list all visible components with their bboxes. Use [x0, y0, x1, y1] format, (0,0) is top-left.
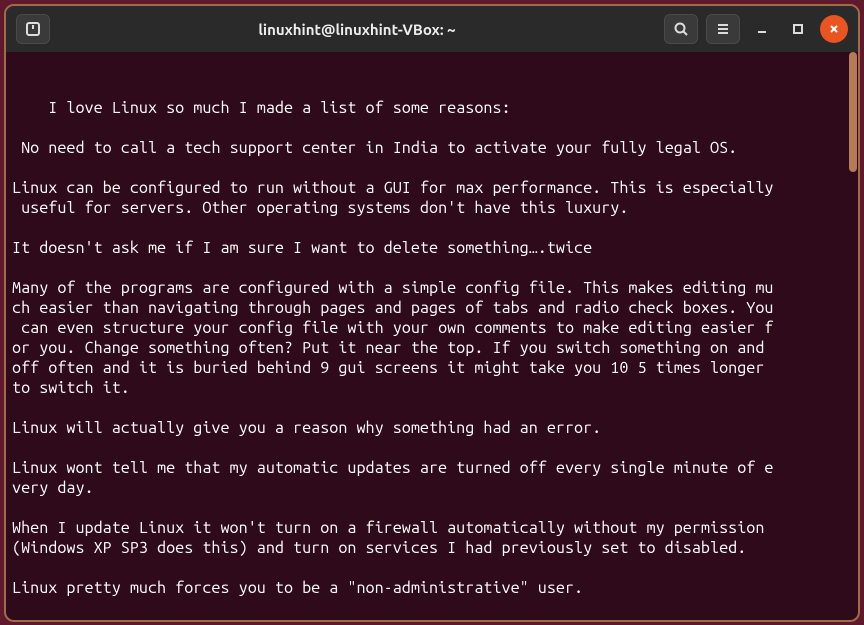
titlebar: linuxhint@linuxhint-VBox: ~: [6, 6, 858, 52]
close-button[interactable]: [820, 15, 848, 43]
new-tab-button[interactable]: [16, 14, 50, 44]
menu-button[interactable]: [706, 14, 740, 44]
search-button[interactable]: [664, 14, 698, 44]
maximize-button[interactable]: [784, 15, 812, 43]
scrollbar-thumb[interactable]: [849, 52, 857, 172]
minimize-button[interactable]: [748, 15, 776, 43]
terminal-window: linuxhint@linuxhint-VBox: ~: [4, 4, 860, 622]
terminal-text: I love Linux so much I made a list of so…: [12, 99, 773, 597]
window-title: linuxhint@linuxhint-VBox: ~: [58, 21, 656, 38]
terminal-viewport[interactable]: I love Linux so much I made a list of so…: [6, 52, 858, 620]
